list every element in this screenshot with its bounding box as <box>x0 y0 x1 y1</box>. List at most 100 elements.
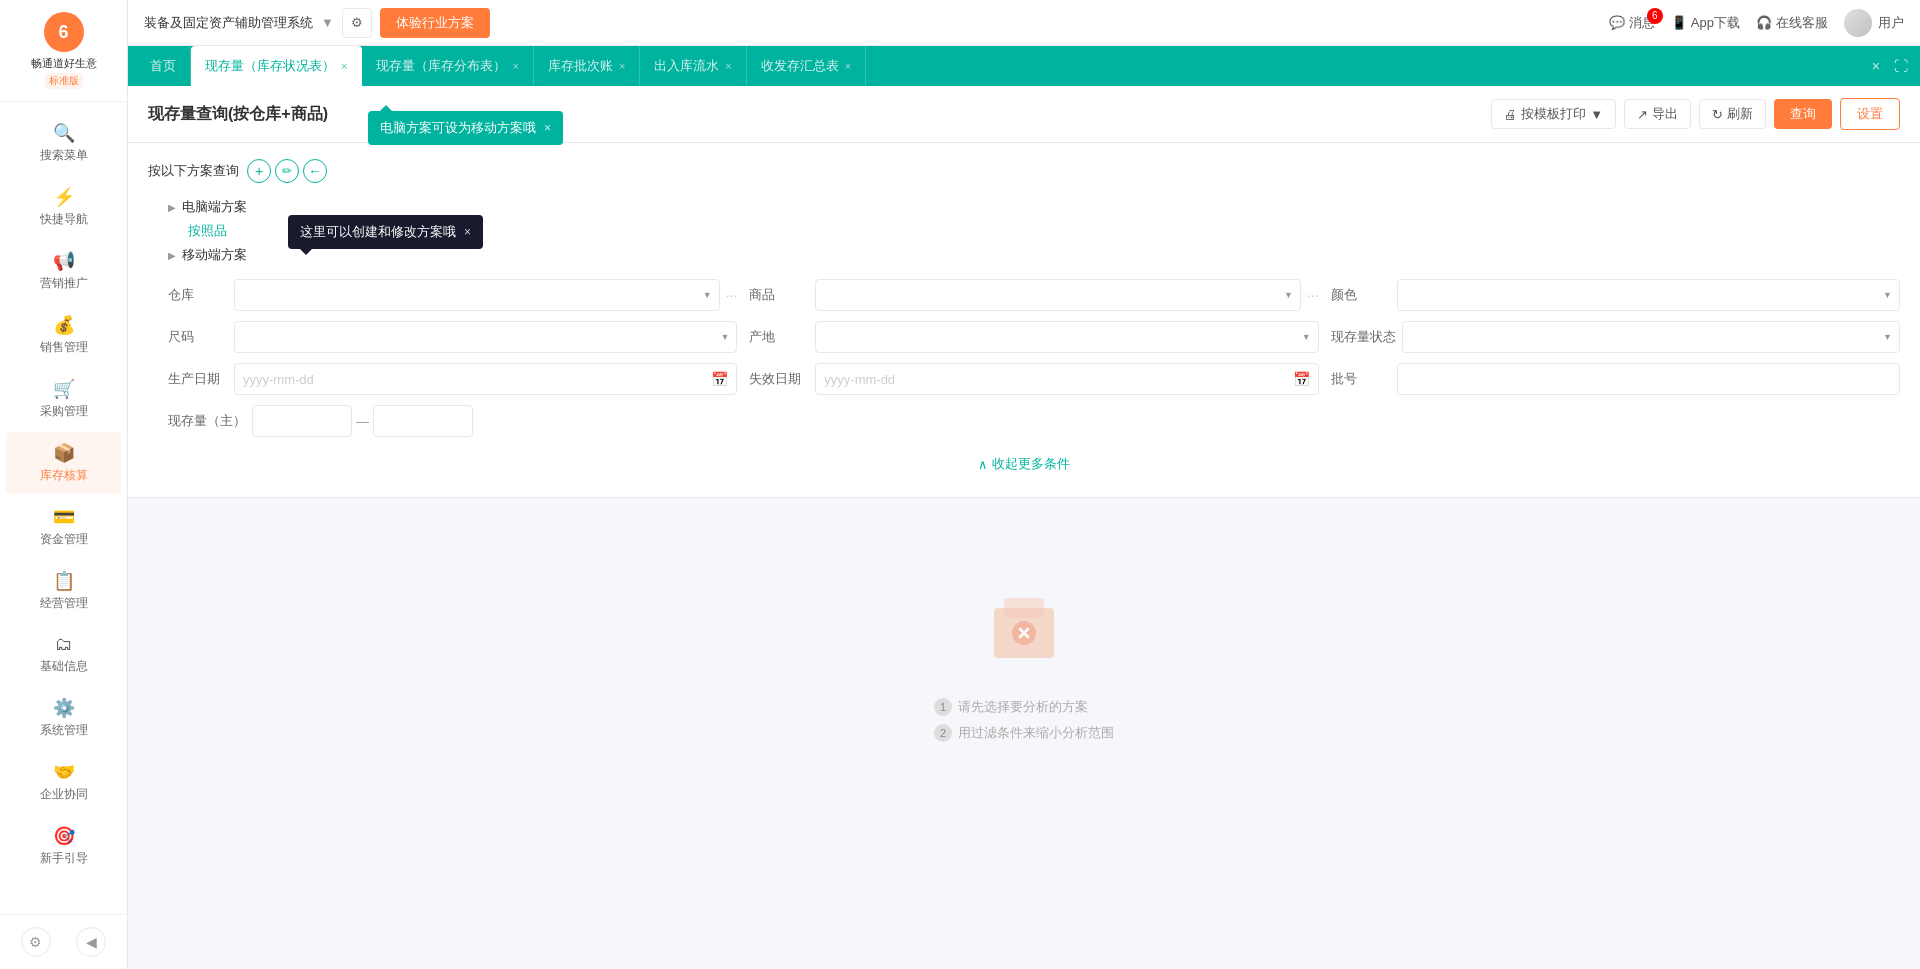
tab-minimize-button[interactable]: ⛶ <box>1890 54 1912 78</box>
sidebar-item-guide[interactable]: 🎯 新手引导 <box>6 815 121 877</box>
calendar-icon: 📅 <box>711 371 728 387</box>
tab-batch-ledger[interactable]: 库存批次账 × <box>534 46 640 86</box>
app-download-button[interactable]: 📱 App下载 <box>1671 14 1740 32</box>
print-button[interactable]: 🖨 按模板打印 ▼ <box>1491 99 1616 129</box>
tab-close-icon[interactable]: × <box>512 60 518 72</box>
tree-expand-icon: ▶ <box>168 202 176 213</box>
filter-actions: + ✏ ← <box>247 159 327 183</box>
tab-receive-summary[interactable]: 收发存汇总表 × <box>747 46 866 86</box>
product-more-icon[interactable]: ··· <box>1307 287 1319 303</box>
logo-icon: 6 <box>44 12 84 52</box>
product-label: 商品 <box>749 286 809 304</box>
sidebar-logo: 6 畅通道好生意 标准版 <box>0 0 127 102</box>
production-date-input[interactable]: yyyy-mm-dd 📅 <box>234 363 737 395</box>
sidebar-item-label: 营销推广 <box>40 275 88 292</box>
tab-close-icon[interactable]: × <box>845 60 851 72</box>
sidebar-settings-button[interactable]: ⚙ <box>21 927 51 957</box>
stock-status-select[interactable] <box>1402 321 1900 353</box>
expiry-date-input[interactable]: yyyy-mm-dd 📅 <box>815 363 1318 395</box>
header-settings-button[interactable]: ⚙ <box>342 8 372 38</box>
tab-close-icon[interactable]: × <box>725 60 731 72</box>
production-date-field: 生产日期 yyyy-mm-dd 📅 <box>168 363 737 395</box>
sidebar-item-inventory[interactable]: 📦 库存核算 <box>6 432 121 494</box>
sidebar-item-operations[interactable]: 📋 经营管理 <box>6 560 121 622</box>
trial-button[interactable]: 体验行业方案 <box>380 8 490 38</box>
tab-close-all-button[interactable]: × <box>1868 54 1884 78</box>
back-scheme-button[interactable]: ← <box>303 159 327 183</box>
marketing-icon: 📢 <box>53 250 75 272</box>
stock-range-input: — <box>252 405 1900 437</box>
empty-tips: 1 请先选择要分析的方案 2 用过滤条件来缩小分析范围 <box>934 698 1114 742</box>
batch-no-input[interactable] <box>1397 363 1900 395</box>
color-label: 颜色 <box>1331 286 1391 304</box>
stock-status-select-wrapper <box>1402 321 1900 353</box>
sidebar-item-sales[interactable]: 💰 销售管理 <box>6 304 121 366</box>
expiry-date-field: 失效日期 yyyy-mm-dd 📅 <box>749 363 1318 395</box>
notification-button[interactable]: 💬 消息 6 <box>1609 14 1655 32</box>
tab-actions: × ⛶ <box>1868 54 1912 78</box>
finance-icon: 💳 <box>53 506 75 528</box>
sidebar-item-system[interactable]: ⚙️ 系统管理 <box>6 687 121 749</box>
stock-range-from[interactable] <box>252 405 352 437</box>
sidebar-collapse-button[interactable]: ◀ <box>76 927 106 957</box>
sidebar-item-quicknav[interactable]: ⚡ 快捷导航 <box>6 176 121 238</box>
header-left: 装备及固定资产辅助管理系统 ▼ ⚙ 体验行业方案 <box>144 8 490 38</box>
sidebar-item-label: 销售管理 <box>40 339 88 356</box>
print-icon: 🖨 <box>1504 107 1517 122</box>
sidebar-item-purchase[interactable]: 🛒 采购管理 <box>6 368 121 430</box>
tip-number-1: 1 <box>934 698 952 716</box>
warehouse-select-wrapper <box>234 279 720 311</box>
size-select-wrapper <box>234 321 737 353</box>
notification-icon: 💬 <box>1609 15 1625 30</box>
filter-section: 按以下方案查询 + ✏ ← 电脑方案可设为移动方案哦 × 这里可以创建和修改方案… <box>128 143 1920 498</box>
export-button[interactable]: ↗ 导出 <box>1624 99 1691 129</box>
tooltip2-close-button[interactable]: × <box>464 225 471 239</box>
sidebar-item-basic[interactable]: 🗂 基础信息 <box>6 624 121 685</box>
sidebar-item-search[interactable]: 🔍 搜索菜单 <box>6 112 121 174</box>
tooltip-close-button[interactable]: × <box>544 121 551 135</box>
filter-header: 按以下方案查询 + ✏ ← 电脑方案可设为移动方案哦 × 这里可以创建和修改方案… <box>148 159 1900 183</box>
tab-close-icon[interactable]: × <box>619 60 625 72</box>
filter-row-1: 仓库 ··· 商品 <box>168 279 1900 311</box>
empty-tip-2: 2 用过滤条件来缩小分析范围 <box>934 724 1114 742</box>
tab-in-out-flow[interactable]: 出入库流水 × <box>640 46 746 86</box>
stock-range-to[interactable] <box>373 405 473 437</box>
phone-icon: 📱 <box>1671 15 1687 30</box>
edit-scheme-button[interactable]: ✏ <box>275 159 299 183</box>
collapse-icon: ∧ <box>978 457 988 472</box>
top-header: 装备及固定资产辅助管理系统 ▼ ⚙ 体验行业方案 💬 消息 6 📱 App下载 … <box>128 0 1920 46</box>
logo-badge: 标准版 <box>45 73 83 89</box>
online-service-button[interactable]: 🎧 在线客服 <box>1756 14 1828 32</box>
color-select[interactable] <box>1397 279 1900 311</box>
tab-inventory-status[interactable]: 现存量（库存状况表） × <box>191 46 362 86</box>
sidebar-item-finance[interactable]: 💳 资金管理 <box>6 496 121 558</box>
sidebar-item-label: 采购管理 <box>40 403 88 420</box>
product-select[interactable] <box>815 279 1301 311</box>
tab-home[interactable]: 首页 <box>136 46 191 86</box>
query-button[interactable]: 查询 <box>1774 99 1832 129</box>
tooltip-scheme-mobile: 电脑方案可设为移动方案哦 × <box>368 111 563 145</box>
sidebar-item-label: 基础信息 <box>40 658 88 675</box>
user-menu-button[interactable]: 用户 <box>1844 9 1904 37</box>
collapse-more-button[interactable]: ∧ 收起更多条件 <box>148 447 1900 481</box>
tab-inventory-distribution[interactable]: 现存量（库存分布表） × <box>362 46 533 86</box>
tooltip-scheme-create: 这里可以创建和修改方案哦 × <box>288 215 483 249</box>
origin-select[interactable] <box>815 321 1318 353</box>
add-scheme-button[interactable]: + <box>247 159 271 183</box>
origin-field: 产地 <box>749 321 1318 353</box>
tab-close-icon[interactable]: × <box>341 60 347 72</box>
stock-quantity-field: 现存量（主） — <box>168 405 1900 437</box>
warehouse-more-icon[interactable]: ··· <box>726 287 738 303</box>
settings-button[interactable]: 设置 <box>1840 98 1900 130</box>
size-select[interactable] <box>234 321 737 353</box>
sidebar-item-enterprise[interactable]: 🤝 企业协同 <box>6 751 121 813</box>
sidebar-item-marketing[interactable]: 📢 营销推广 <box>6 240 121 302</box>
filter-title: 按以下方案查询 <box>148 162 239 180</box>
refresh-button[interactable]: ↻ 刷新 <box>1699 99 1766 129</box>
export-icon: ↗ <box>1637 107 1648 122</box>
color-field: 颜色 <box>1331 279 1900 311</box>
scheme-mobile-label: 移动端方案 <box>182 246 247 264</box>
warehouse-select[interactable] <box>234 279 720 311</box>
size-field: 尺码 <box>168 321 737 353</box>
page-content: 现存量查询(按仓库+商品) 🖨 按模板打印 ▼ ↗ 导出 ↻ 刷新 查询 设置 <box>128 86 1920 969</box>
